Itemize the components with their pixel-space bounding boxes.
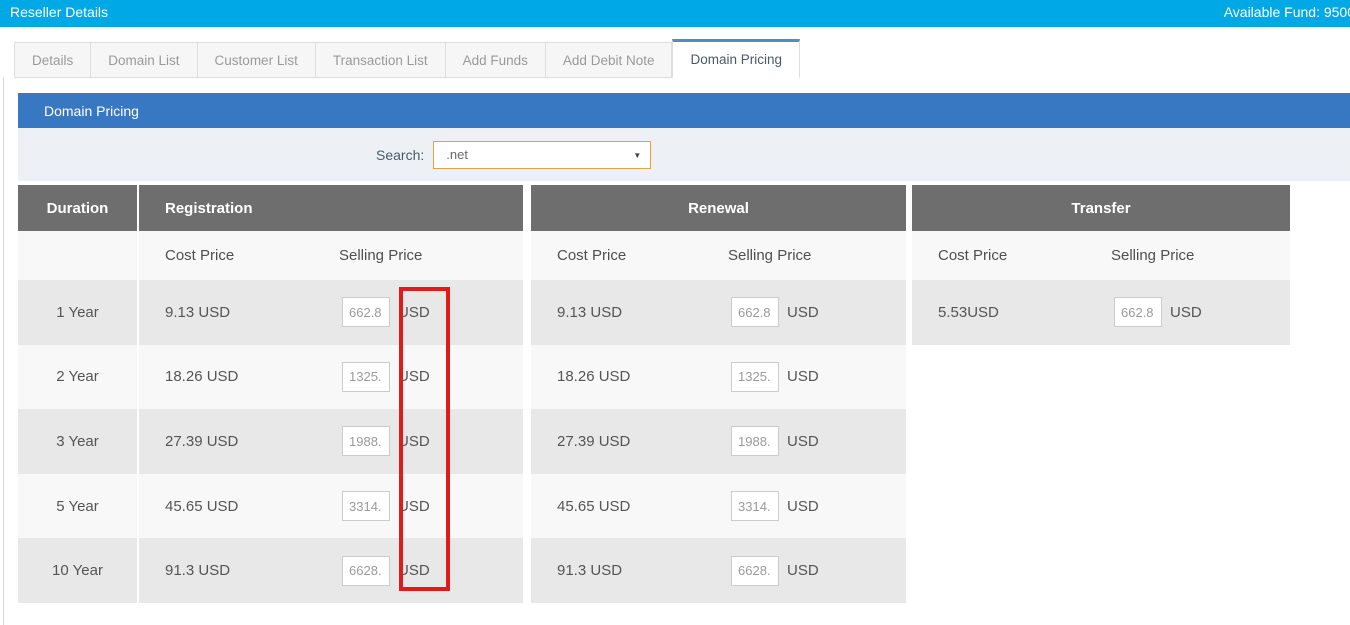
registration-cost-value: 18.26 USD xyxy=(139,344,329,410)
renewal-selling-cell: USD xyxy=(718,280,906,345)
transfer-selling-cell: USD xyxy=(1101,280,1290,345)
currency-label: USD xyxy=(398,303,430,321)
tab-transaction-list[interactable]: Transaction List xyxy=(315,42,446,78)
tab-add-funds[interactable]: Add Funds xyxy=(445,42,546,78)
registration-selling-cell: USD xyxy=(329,280,523,345)
renewal-selling-cell: USD xyxy=(718,538,906,603)
renewal-cost-value: 45.65 USD xyxy=(531,473,718,539)
currency-label: USD xyxy=(398,432,430,450)
renewal-selling-input[interactable] xyxy=(731,555,779,586)
transfer-selling-input[interactable] xyxy=(1114,297,1162,328)
top-bar: Reseller Details Available Fund: 9500 xyxy=(0,0,1350,27)
transfer-selling-header: Selling Price xyxy=(1101,231,1290,280)
tld-select[interactable]: .net ▼ xyxy=(433,140,652,169)
registration-selling-input[interactable] xyxy=(342,555,390,586)
registration-table: Duration Registration Cost Price Selling… xyxy=(18,185,523,603)
registration-selling-header: Selling Price xyxy=(329,231,523,280)
renewal-cost-value: 91.3 USD xyxy=(531,538,718,603)
group-header-transfer: Transfer xyxy=(912,185,1290,231)
transfer-cost-header: Cost Price xyxy=(912,231,1101,280)
renewal-cost-value: 9.13 USD xyxy=(531,280,718,345)
column-header-duration: Duration xyxy=(18,185,139,231)
renewal-cost-header: Cost Price xyxy=(531,231,718,280)
registration-selling-cell: USD xyxy=(329,344,523,410)
group-header-registration: Registration xyxy=(139,185,523,231)
tab-add-debit-note[interactable]: Add Debit Note xyxy=(545,42,673,78)
renewal-selling-input[interactable] xyxy=(731,426,779,457)
tld-select-value: .net xyxy=(446,147,468,162)
transfer-cost-value: 5.53USD xyxy=(912,280,1101,345)
registration-selling-cell: USD xyxy=(329,473,523,539)
duration-cell: 3 Year xyxy=(18,409,139,474)
panel-header: Domain Pricing xyxy=(18,93,1350,128)
duration-cell: 10 Year xyxy=(18,538,139,603)
duration-cell: 5 Year xyxy=(18,473,139,539)
chevron-down-icon: ▼ xyxy=(633,150,642,160)
panel-left-border xyxy=(3,77,4,625)
registration-selling-input[interactable] xyxy=(342,361,390,392)
registration-cost-value: 45.65 USD xyxy=(139,473,329,539)
currency-label: USD xyxy=(787,368,819,386)
registration-cost-value: 9.13 USD xyxy=(139,280,329,345)
duration-cell: 2 Year xyxy=(18,344,139,410)
renewal-selling-header: Selling Price xyxy=(718,231,906,280)
tab-customer-list[interactable]: Customer List xyxy=(197,42,316,78)
currency-label: USD xyxy=(1170,303,1202,321)
currency-label: USD xyxy=(787,303,819,321)
registration-selling-cell: USD xyxy=(329,538,523,603)
currency-label: USD xyxy=(787,562,819,580)
page-title: Reseller Details xyxy=(10,4,109,20)
tab-bar: Details Domain List Customer List Transa… xyxy=(14,39,801,78)
renewal-selling-cell: USD xyxy=(718,473,906,539)
renewal-cost-value: 27.39 USD xyxy=(531,409,718,474)
renewal-table: Renewal Cost Price Selling Price 9.13 US… xyxy=(531,185,906,603)
registration-selling-input[interactable] xyxy=(342,297,390,328)
currency-label: USD xyxy=(398,497,430,515)
renewal-selling-cell: USD xyxy=(718,344,906,410)
renewal-selling-cell: USD xyxy=(718,409,906,474)
tab-details[interactable]: Details xyxy=(14,42,92,78)
renewal-selling-input[interactable] xyxy=(731,297,779,328)
tab-domain-list[interactable]: Domain List xyxy=(91,42,198,78)
renewal-selling-input[interactable] xyxy=(731,361,779,392)
registration-cost-header: Cost Price xyxy=(139,231,329,280)
currency-label: USD xyxy=(787,497,819,515)
renewal-selling-input[interactable] xyxy=(731,491,779,522)
group-header-renewal: Renewal xyxy=(531,185,906,231)
transfer-table: Transfer Cost Price Selling Price 5.53US… xyxy=(912,185,1290,345)
tab-domain-pricing[interactable]: Domain Pricing xyxy=(672,39,801,78)
currency-label: USD xyxy=(398,368,430,386)
subheader-spacer xyxy=(18,231,139,280)
search-row: Search: .net ▼ xyxy=(18,128,1350,181)
renewal-cost-value: 18.26 USD xyxy=(531,344,718,410)
registration-selling-cell: USD xyxy=(329,409,523,474)
registration-cost-value: 91.3 USD xyxy=(139,538,329,603)
available-fund-label: Available Fund: 9500 xyxy=(1223,4,1350,20)
duration-cell: 1 Year xyxy=(18,280,139,345)
registration-cost-value: 27.39 USD xyxy=(139,409,329,474)
currency-label: USD xyxy=(787,432,819,450)
registration-selling-input[interactable] xyxy=(342,491,390,522)
panel-title: Domain Pricing xyxy=(44,102,139,119)
search-label: Search: xyxy=(376,146,425,163)
registration-selling-input[interactable] xyxy=(342,426,390,457)
currency-label: USD xyxy=(398,562,430,580)
pricing-tables: Duration Registration Cost Price Selling… xyxy=(18,185,1290,603)
